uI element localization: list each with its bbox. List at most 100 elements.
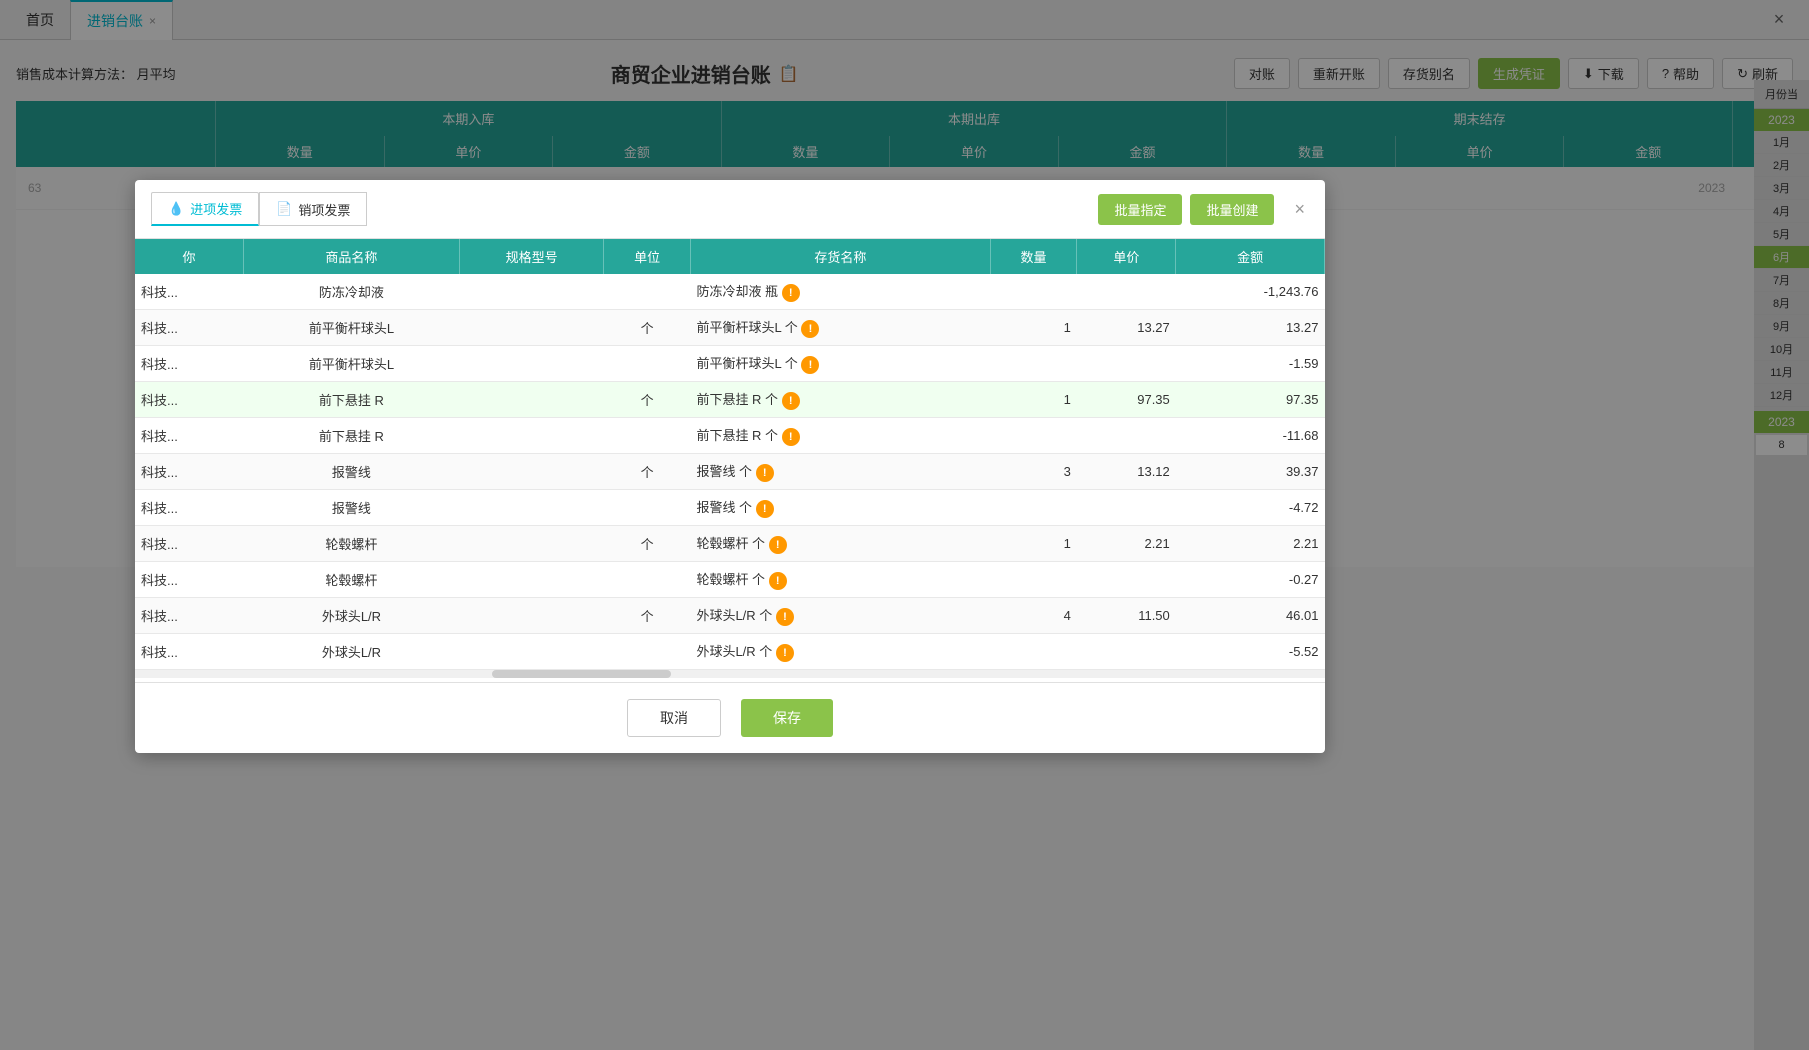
- cell-inventory: 防冻冷却液 瓶 !: [690, 274, 990, 310]
- col-price: 单价: [1077, 239, 1176, 274]
- save-button[interactable]: 保存: [741, 699, 833, 737]
- cell-spec: [459, 634, 603, 670]
- col-unit: 单位: [604, 239, 691, 274]
- warning-icon[interactable]: !: [776, 644, 794, 662]
- cell-spec: [459, 382, 603, 418]
- cell-qty: 1: [990, 310, 1077, 346]
- cell-unit: [604, 274, 691, 310]
- cell-amount: 46.01: [1176, 598, 1325, 634]
- table-row: 科技... 外球头L/R 外球头L/R 个 ! -5.52: [135, 634, 1325, 670]
- col-inventory: 存货名称: [690, 239, 990, 274]
- cell-amount: -1.59: [1176, 346, 1325, 382]
- cell-product: 前下悬挂 R: [243, 382, 459, 418]
- cell-product: 防冻冷却液: [243, 274, 459, 310]
- cell-qty: 4: [990, 598, 1077, 634]
- modal-dialog: 💧 进项发票 📄 销项发票 批量指定 批量创建 × 你 商品名称 规格型号 单位: [135, 180, 1325, 753]
- cell-inventory: 外球头L/R 个 !: [690, 634, 990, 670]
- cell-product: 轮毂螺杆: [243, 562, 459, 598]
- cell-price: [1077, 274, 1176, 310]
- cell-price: [1077, 562, 1176, 598]
- tab-out-invoice[interactable]: 📄 销项发票: [259, 192, 367, 226]
- cell-amount: 39.37: [1176, 454, 1325, 490]
- cell-spec: [459, 310, 603, 346]
- cell-inventory: 前平衡杆球头L 个 !: [690, 346, 990, 382]
- modal-header: 💧 进项发票 📄 销项发票 批量指定 批量创建 ×: [135, 180, 1325, 239]
- cell-inventory: 轮毂螺杆 个 !: [690, 526, 990, 562]
- table-row: 科技... 前平衡杆球头L 前平衡杆球头L 个 ! -1.59: [135, 346, 1325, 382]
- scrollbar-thumb[interactable]: [492, 670, 671, 678]
- cell-inventory: 前下悬挂 R 个 !: [690, 418, 990, 454]
- tab-in-invoice[interactable]: 💧 进项发票: [151, 192, 259, 226]
- modal-table-wrapper: 你 商品名称 规格型号 单位 存货名称 数量 单价 金额 科技... 防冻冷却液…: [135, 239, 1325, 670]
- modal-action-buttons: 批量指定 批量创建: [1098, 194, 1274, 225]
- table-row: 科技... 报警线 报警线 个 ! -4.72: [135, 490, 1325, 526]
- cell-unit: 个: [604, 454, 691, 490]
- cell-amount: 97.35: [1176, 382, 1325, 418]
- cell-qty: [990, 346, 1077, 382]
- cell-amount: -11.68: [1176, 418, 1325, 454]
- cell-amount: 13.27: [1176, 310, 1325, 346]
- cell-qty: 1: [990, 382, 1077, 418]
- cell-price: [1077, 490, 1176, 526]
- table-row: 科技... 防冻冷却液 防冻冷却液 瓶 ! -1,243.76: [135, 274, 1325, 310]
- table-row: 科技... 报警线 个 报警线 个 ! 3 13.12 39.37: [135, 454, 1325, 490]
- cell-price: [1077, 418, 1176, 454]
- warning-icon[interactable]: !: [769, 536, 787, 554]
- warning-icon[interactable]: !: [756, 464, 774, 482]
- cell-price: 97.35: [1077, 382, 1176, 418]
- cell-product: 外球头L/R: [243, 634, 459, 670]
- cell-unit: [604, 634, 691, 670]
- cell-company: 科技...: [135, 490, 243, 526]
- warning-icon[interactable]: !: [782, 284, 800, 302]
- cell-unit: 个: [604, 382, 691, 418]
- cell-price: [1077, 634, 1176, 670]
- cell-inventory: 前平衡杆球头L 个 !: [690, 310, 990, 346]
- cell-product: 外球头L/R: [243, 598, 459, 634]
- table-row: 科技... 前下悬挂 R 前下悬挂 R 个 ! -11.68: [135, 418, 1325, 454]
- cell-amount: -5.52: [1176, 634, 1325, 670]
- batch-create-button[interactable]: 批量创建: [1190, 194, 1274, 225]
- cell-qty: [990, 274, 1077, 310]
- cell-product: 前平衡杆球头L: [243, 346, 459, 382]
- cell-company: 科技...: [135, 598, 243, 634]
- warning-icon[interactable]: !: [782, 428, 800, 446]
- modal-footer: 取消 保存: [135, 682, 1325, 753]
- warning-icon[interactable]: !: [769, 572, 787, 590]
- cell-product: 轮毂螺杆: [243, 526, 459, 562]
- col-product: 商品名称: [243, 239, 459, 274]
- warning-icon[interactable]: !: [782, 392, 800, 410]
- cell-spec: [459, 490, 603, 526]
- table-row: 科技... 外球头L/R 个 外球头L/R 个 ! 4 11.50 46.01: [135, 598, 1325, 634]
- cell-price: 13.12: [1077, 454, 1176, 490]
- cell-company: 科技...: [135, 634, 243, 670]
- warning-icon[interactable]: !: [801, 320, 819, 338]
- table-row: 科技... 轮毂螺杆 个 轮毂螺杆 个 ! 1 2.21 2.21: [135, 526, 1325, 562]
- cell-qty: [990, 490, 1077, 526]
- cell-company: 科技...: [135, 562, 243, 598]
- cell-qty: 3: [990, 454, 1077, 490]
- cell-unit: [604, 346, 691, 382]
- cell-company: 科技...: [135, 346, 243, 382]
- cell-unit: [604, 490, 691, 526]
- warning-icon[interactable]: !: [756, 500, 774, 518]
- modal-tabs: 💧 进项发票 📄 销项发票: [151, 192, 367, 226]
- cell-product: 前下悬挂 R: [243, 418, 459, 454]
- cell-spec: [459, 346, 603, 382]
- warning-icon[interactable]: !: [801, 356, 819, 374]
- cancel-button[interactable]: 取消: [627, 699, 721, 737]
- col-amount: 金额: [1176, 239, 1325, 274]
- warning-icon[interactable]: !: [776, 608, 794, 626]
- col-company: 你: [135, 239, 243, 274]
- batch-assign-button[interactable]: 批量指定: [1098, 194, 1182, 225]
- out-invoice-label: 销项发票: [298, 200, 350, 219]
- cell-qty: [990, 634, 1077, 670]
- invoice-table: 你 商品名称 规格型号 单位 存货名称 数量 单价 金额 科技... 防冻冷却液…: [135, 239, 1325, 670]
- cell-company: 科技...: [135, 310, 243, 346]
- cell-price: 13.27: [1077, 310, 1176, 346]
- modal-close-button[interactable]: ×: [1290, 199, 1309, 220]
- cell-inventory: 外球头L/R 个 !: [690, 598, 990, 634]
- cell-unit: 个: [604, 310, 691, 346]
- table-row: 科技... 前平衡杆球头L 个 前平衡杆球头L 个 ! 1 13.27 13.2…: [135, 310, 1325, 346]
- out-invoice-icon: 📄: [276, 201, 292, 217]
- modal-horizontal-scrollbar[interactable]: [135, 670, 1325, 678]
